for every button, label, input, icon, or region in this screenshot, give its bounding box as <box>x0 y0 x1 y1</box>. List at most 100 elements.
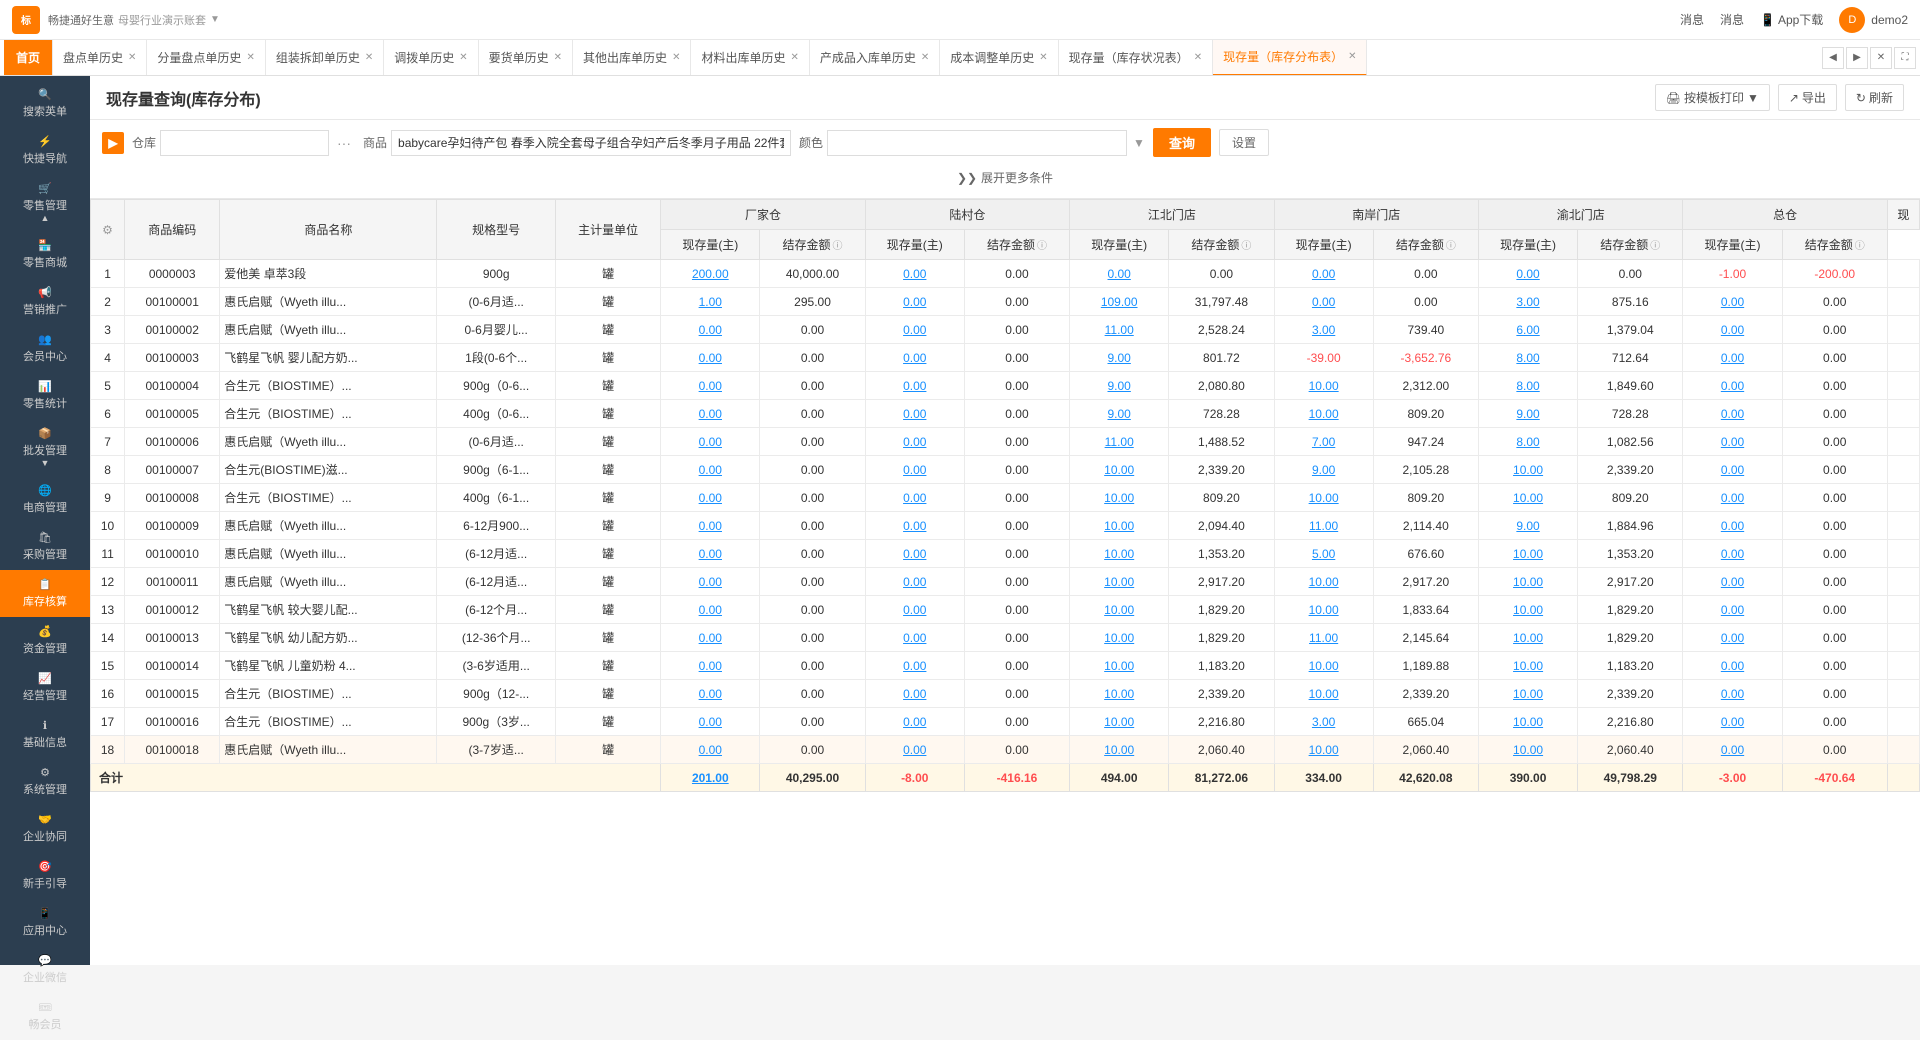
warehouse-dots[interactable]: ··· <box>333 135 355 151</box>
sidebar-item-finance[interactable]: 💰 资金管理 <box>0 617 90 664</box>
close-icon[interactable]: ✕ <box>672 52 680 63</box>
table-row: 1100100010惠氏启赋（Wyeth illu...(6-12月适...罐0… <box>91 540 1920 568</box>
sidebar-item-marketing[interactable]: 📢 营销推广 <box>0 278 90 325</box>
tab-inventory-history[interactable]: 盘点单历史 ✕ <box>53 40 147 76</box>
info-icon[interactable]: ⓘ <box>1650 241 1660 252</box>
tab-transfer-history[interactable]: 调拨单历史 ✕ <box>384 40 478 76</box>
tab-stock-distribution[interactable]: 现存量（库存分布表）✕ <box>1213 40 1367 76</box>
table-row: 800100007合生元(BIOSTIME)滋...900g（6-1...罐0.… <box>91 456 1920 484</box>
color-input[interactable] <box>827 130 1127 156</box>
sidebar-item-wechat[interactable]: 💬 企业微信 <box>0 946 90 993</box>
sidebar-item-purchase[interactable]: 🛍 采购管理 <box>0 523 90 570</box>
info-icon[interactable]: ⓘ <box>833 241 843 252</box>
nav-next-btn[interactable]: ▶ <box>1846 47 1868 69</box>
sidebar-item-apps[interactable]: 📱 应用中心 <box>0 899 90 946</box>
info-icon[interactable]: ⓘ <box>1037 241 1047 252</box>
sidebar-item-retail-stats[interactable]: 📊 零售统计 <box>0 372 90 419</box>
goods-input[interactable] <box>391 130 791 156</box>
nav-tabs: 首页 盘点单历史 ✕ 分量盘点单历史 ✕ 组装拆卸单历史 ✕ 调拨单历史 ✕ 要… <box>0 40 1920 76</box>
page-actions: 🖨 按模板打印 ▼ ↗ 导出 ↻ 刷新 <box>1655 84 1904 111</box>
filter-bar: ▶ 仓库 ··· 商品 颜色 ▼ 查询 设置 ❯❯ 展开更多条件 <box>90 120 1920 199</box>
th-qty-factory: 现存量(主) <box>661 230 760 260</box>
summary-nanan-amt: 42,620.08 <box>1373 764 1478 792</box>
user-info[interactable]: D demo2 <box>1839 7 1908 33</box>
th-spec: 规格型号 <box>437 200 556 260</box>
message-link[interactable]: 消息 <box>1680 11 1704 28</box>
tab-material-outbound[interactable]: 材料出库单历史 ✕ <box>691 40 809 76</box>
table-row: 1200100011惠氏启赋（Wyeth illu...(6-12月适...罐0… <box>91 568 1920 596</box>
tab-home[interactable]: 首页 <box>4 40 53 76</box>
msg-label[interactable]: 消息 <box>1720 11 1744 28</box>
table-row: 700100006惠氏启赋（Wyeth illu...(0-6月适...罐0.0… <box>91 428 1920 456</box>
sidebar-item-basic-info[interactable]: ℹ 基础信息 <box>0 711 90 758</box>
sidebar-item-changhui[interactable]: 🎟 畅会员 <box>0 993 90 1040</box>
app-download-link[interactable]: 📱 App下载 <box>1760 11 1823 28</box>
logo-icon: 标 <box>12 6 40 34</box>
close-icon[interactable]: ✕ <box>554 52 562 63</box>
summary-total-qty: -3.00 <box>1683 764 1782 792</box>
tab-stock-status[interactable]: 现存量（库存状况表）✕ <box>1059 40 1213 76</box>
sidebar-item-system[interactable]: ⚙ 系统管理 <box>0 758 90 805</box>
th-qty-yubei: 现存量(主) <box>1478 230 1577 260</box>
table-row: 500100004合生元（BIOSTIME）...900g（0-6...罐0.0… <box>91 372 1920 400</box>
gear-icon[interactable]: ⚙ <box>102 223 113 237</box>
nav-prev-btn[interactable]: ◀ <box>1822 47 1844 69</box>
tab-product-inbound[interactable]: 产成品入库单历史 ✕ <box>810 40 940 76</box>
goods-label: 商品 <box>363 134 387 151</box>
sidebar-item-retail-mall[interactable]: 🏪 零售商城 <box>0 231 90 278</box>
th-qty-jiangbei: 现存量(主) <box>1070 230 1169 260</box>
th-unit: 主计量单位 <box>555 200 660 260</box>
warehouse-input[interactable] <box>160 130 329 156</box>
subtitle: 母婴行业演示账套 <box>118 12 206 28</box>
close-icon[interactable]: ✕ <box>365 52 373 63</box>
close-icon[interactable]: ✕ <box>921 52 929 63</box>
close-icon[interactable]: ✕ <box>1194 52 1202 63</box>
sidebar-item-inventory[interactable]: 📋 库存核算 <box>0 570 90 617</box>
chevron-down-icon: ▼ <box>4 458 86 468</box>
info-icon[interactable]: ⓘ <box>1241 241 1251 252</box>
table-wrapper[interactable]: ⚙ 商品编码 商品名称 规格型号 主计量单位 厂家仓 陆村仓 江北门店 南岸门店… <box>90 199 1920 965</box>
close-icon[interactable]: ✕ <box>1348 51 1356 62</box>
avatar: D <box>1839 7 1865 33</box>
tab-outbound-history[interactable]: 其他出库单历史 ✕ <box>573 40 691 76</box>
th-amt-nanan: 结存金额ⓘ <box>1373 230 1478 260</box>
close-icon[interactable]: ✕ <box>128 52 136 63</box>
expand-more-btn[interactable]: ❯❯ 展开更多条件 <box>957 169 1053 186</box>
close-icon[interactable]: ✕ <box>246 52 254 63</box>
brand-name: 畅捷通好生意 <box>48 12 114 28</box>
group-header-row: ⚙ 商品编码 商品名称 规格型号 主计量单位 厂家仓 陆村仓 江北门店 南岸门店… <box>91 200 1920 230</box>
export-button[interactable]: ↗ 导出 <box>1778 84 1837 111</box>
sidebar-item-operations[interactable]: 📈 经营管理 <box>0 664 90 711</box>
tab-cost-adjust[interactable]: 成本调整单历史 ✕ <box>940 40 1058 76</box>
th-amt-yubei: 结存金额ⓘ <box>1578 230 1683 260</box>
print-button[interactable]: 🖨 按模板打印 ▼ <box>1655 84 1770 111</box>
nav-close-all-btn[interactable]: ✕ <box>1870 47 1892 69</box>
close-icon[interactable]: ✕ <box>459 52 467 63</box>
sidebar-item-wholesale[interactable]: 📦 批发管理 ▼ <box>0 419 90 476</box>
filter-expand-btn[interactable]: ▶ <box>102 132 124 154</box>
username: demo2 <box>1871 13 1908 27</box>
query-button[interactable]: 查询 <box>1153 128 1211 157</box>
top-bar-right: 消息 消息 📱 App下载 D demo2 <box>1680 7 1908 33</box>
refresh-button[interactable]: ↻ 刷新 <box>1845 84 1904 111</box>
close-icon[interactable]: ✕ <box>1039 52 1047 63</box>
close-icon[interactable]: ✕ <box>790 52 798 63</box>
sidebar-item-guide[interactable]: 🎯 新手引导 <box>0 852 90 899</box>
info-icon[interactable]: ⓘ <box>1855 241 1865 252</box>
sidebar-item-retail-mgmt[interactable]: 🛒 零售管理 ▲ <box>0 174 90 231</box>
settings-button[interactable]: 设置 <box>1219 129 1269 156</box>
color-dropdown-icon[interactable]: ▼ <box>1133 136 1145 150</box>
sidebar-item-nav[interactable]: ⚡ 快捷导航 <box>0 127 90 174</box>
nav-expand-btn[interactable]: ⛶ <box>1894 47 1916 69</box>
tab-assembly-history[interactable]: 组装拆卸单历史 ✕ <box>266 40 384 76</box>
refresh-icon: ↻ <box>1856 91 1866 105</box>
sidebar-item-enterprise[interactable]: 🤝 企业协同 <box>0 805 90 852</box>
sidebar-item-member[interactable]: 👥 会员中心 <box>0 325 90 372</box>
tab-order-history[interactable]: 要货单历史 ✕ <box>479 40 573 76</box>
summary-factory-qty[interactable]: 201.00 <box>661 764 760 792</box>
info-icon[interactable]: ⓘ <box>1446 241 1456 252</box>
dropdown-icon[interactable]: ▼ <box>210 14 220 25</box>
sidebar-item-search[interactable]: 🔍 搜索英单 <box>0 80 90 127</box>
sidebar-item-ecommerce[interactable]: 🌐 电商管理 <box>0 476 90 523</box>
tab-fraction-history[interactable]: 分量盘点单历史 ✕ <box>147 40 265 76</box>
